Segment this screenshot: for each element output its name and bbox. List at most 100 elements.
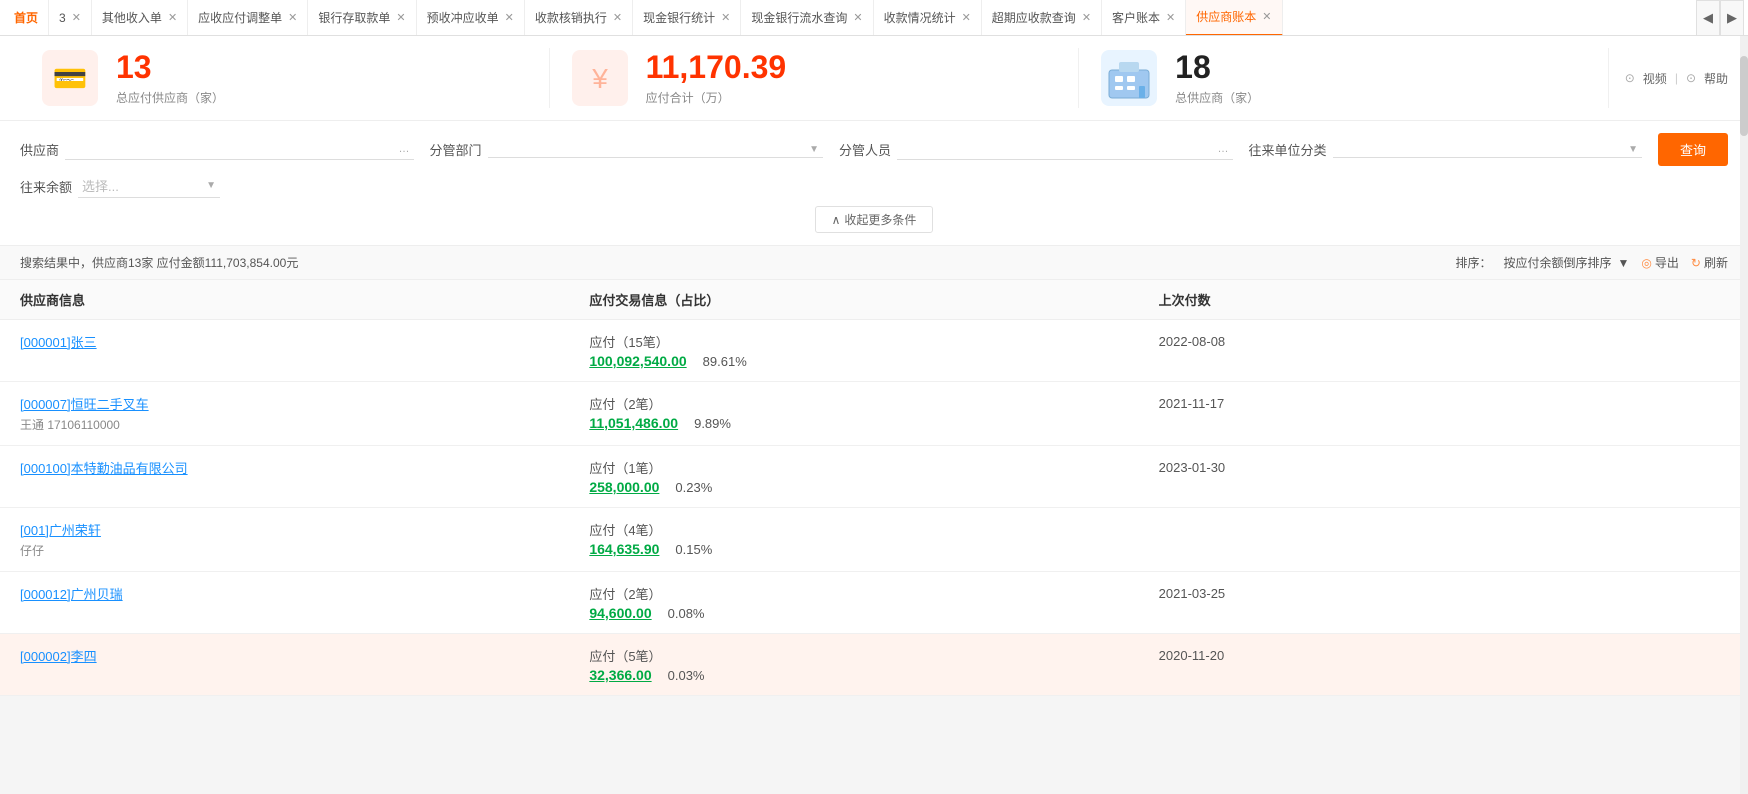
query-button[interactable]: 查询 <box>1658 133 1728 166</box>
nav-arrows: ◀ ▶ <box>1696 0 1744 36</box>
stat-label-supplier-payable: 总应付供应商（家） <box>116 89 224 106</box>
scrollbar-thumb[interactable] <box>1740 56 1748 136</box>
balance-select-text: 选择... <box>82 176 206 195</box>
supplier-link[interactable]: [000012]广州贝瑞 <box>20 587 123 602</box>
close-icon[interactable]: ✕ <box>168 11 177 24</box>
supplier-link[interactable]: [001]广州荣轩 <box>20 523 101 538</box>
nav-tab-home[interactable]: 首页 <box>4 0 49 36</box>
tab-supplier-book-label: 供应商账本 <box>1196 8 1256 25</box>
transaction-info-cell: 应付（2笔） 94,600.00 0.08% <box>589 584 1158 621</box>
refresh-button[interactable]: ↻ 刷新 <box>1691 254 1728 271</box>
close-icon[interactable]: ✕ <box>1082 11 1091 24</box>
collapse-button[interactable]: ∧ 收起更多条件 <box>815 206 934 233</box>
close-icon[interactable]: ✕ <box>505 11 514 24</box>
help-link[interactable]: 帮助 <box>1704 70 1728 87</box>
supplier-link[interactable]: [000007]恒旺二手叉车 <box>20 397 149 412</box>
supplier-input[interactable] <box>69 142 398 157</box>
unit-type-dropdown-icon[interactable]: ▼ <box>1628 144 1638 155</box>
stat-block-total-supplier: 18 总供应商（家） <box>1079 48 1609 108</box>
supplier-link[interactable]: [000002]李四 <box>20 649 97 664</box>
nav-tab-prepay[interactable]: 预收冲应收单 ✕ <box>417 0 525 36</box>
balance-filter-label: 往来余额 <box>20 177 72 196</box>
transaction-amount[interactable]: 32,366.00 <box>589 667 651 683</box>
transaction-pct: 0.23% <box>675 480 712 495</box>
tab-customer-book-label: 客户账本 <box>1112 9 1160 26</box>
svg-text:💳: 💳 <box>53 63 88 94</box>
supplier-link[interactable]: [000100]本特勤油品有限公司 <box>20 461 188 476</box>
supplier-info-cell: [000012]广州贝瑞 <box>20 584 589 603</box>
tab-bank-label: 银行存取款单 <box>318 9 390 26</box>
close-icon[interactable]: ✕ <box>721 11 730 24</box>
close-icon[interactable]: ✕ <box>1166 11 1175 24</box>
nav-tab-customer-book[interactable]: 客户账本 ✕ <box>1102 0 1186 36</box>
supplier-sub-info: 王通 17106110000 <box>20 416 589 433</box>
close-icon[interactable]: ✕ <box>72 11 81 24</box>
help-circle-icon: ⊙ <box>1686 71 1696 85</box>
total-supplier-icon <box>1099 48 1159 108</box>
dept-select[interactable]: ▼ <box>488 142 823 158</box>
supplier-link[interactable]: [000001]张三 <box>20 335 97 350</box>
close-icon[interactable]: ✕ <box>1262 10 1271 23</box>
table-row: [000100]本特勤油品有限公司 应付（1笔） 258,000.00 0.23… <box>0 446 1748 508</box>
supplier-dots-icon[interactable]: … <box>399 143 410 155</box>
close-icon[interactable]: ✕ <box>396 11 405 24</box>
filter-dept: 分管部门 ▼ <box>430 140 824 159</box>
col-header-last-payment: 上次付数 <box>1159 290 1539 309</box>
nav-tab-3[interactable]: 3 ✕ <box>49 0 92 36</box>
supplier-payable-icon: 💳 <box>40 48 100 108</box>
scrollbar-track[interactable] <box>1740 36 1748 794</box>
transaction-info-cell: 应付（15笔） 100,092,540.00 89.61% <box>589 332 1158 369</box>
balance-dropdown-icon[interactable]: ▼ <box>206 180 216 191</box>
collapse-label: 收起更多条件 <box>844 211 916 228</box>
transaction-label: 应付（15笔） <box>589 332 1158 351</box>
close-icon[interactable]: ✕ <box>962 11 971 24</box>
nav-tab-collection-stat[interactable]: 收款情况统计 ✕ <box>874 0 982 36</box>
last-payment-cell: 2023-01-30 <box>1159 458 1539 475</box>
nav-tab-bank[interactable]: 银行存取款单 ✕ <box>308 0 416 36</box>
circle-play-icon: ⊙ <box>1625 71 1635 85</box>
nav-tab-receipt[interactable]: 收款核销执行 ✕ <box>525 0 633 36</box>
person-dots-icon[interactable]: … <box>1218 143 1229 155</box>
sort-select[interactable]: 按应付余额倒序排序 ▼ <box>1504 254 1630 271</box>
person-input[interactable] <box>901 142 1217 157</box>
dept-dropdown-icon[interactable]: ▼ <box>809 144 819 155</box>
stat-content-payable-total: 11,170.39 应付合计（万） <box>646 50 787 106</box>
nav-tab-cash-flow[interactable]: 现金银行流水查询 ✕ <box>741 0 873 36</box>
nav-arrow-left[interactable]: ◀ <box>1696 0 1720 36</box>
transaction-amount[interactable]: 258,000.00 <box>589 479 659 495</box>
close-icon[interactable]: ✕ <box>853 11 862 24</box>
video-link[interactable]: 视频 <box>1643 70 1667 87</box>
balance-select[interactable]: 选择... ▼ <box>78 174 220 198</box>
nav-tab-supplier-book[interactable]: 供应商账本 ✕ <box>1186 0 1282 36</box>
person-input-wrapper[interactable]: … <box>897 140 1232 160</box>
transaction-info-cell: 应付（2笔） 11,051,486.00 9.89% <box>589 394 1158 431</box>
nav-tab-overdue[interactable]: 超期应收款查询 ✕ <box>982 0 1102 36</box>
result-actions: 排序： 按应付余额倒序排序 ▼ ◎ 导出 ↻ 刷新 <box>1456 254 1729 271</box>
unit-type-select[interactable]: ▼ <box>1333 142 1642 158</box>
nav-tab-adjustment[interactable]: 应收应付调整单 ✕ <box>188 0 308 36</box>
transaction-amount[interactable]: 11,051,486.00 <box>589 415 678 431</box>
transaction-pct: 0.08% <box>668 606 705 621</box>
tab-receipt-label: 收款核销执行 <box>535 9 607 26</box>
supplier-info-cell: [000001]张三 <box>20 332 589 351</box>
transaction-amount[interactable]: 164,635.90 <box>589 541 659 557</box>
collapse-up-icon: ∧ <box>832 213 841 227</box>
nav-tab-cash-stat[interactable]: 现金银行统计 ✕ <box>633 0 741 36</box>
transaction-label: 应付（2笔） <box>589 394 1158 413</box>
transaction-row: 32,366.00 0.03% <box>589 665 1158 683</box>
unit-type-filter-label: 往来单位分类 <box>1249 140 1327 159</box>
transaction-amount[interactable]: 100,092,540.00 <box>589 353 686 369</box>
result-info-text: 搜索结果中，供应商13家 应付金额111,703,854.00元 <box>20 254 1456 271</box>
supplier-info-cell: [000007]恒旺二手叉车 王通 17106110000 <box>20 394 589 433</box>
supplier-sub-info: 仔仔 <box>20 542 589 559</box>
nav-arrow-right[interactable]: ▶ <box>1720 0 1744 36</box>
close-icon[interactable]: ✕ <box>288 11 297 24</box>
stat-block-payable-total: ¥ 11,170.39 应付合计（万） <box>550 48 1080 108</box>
supplier-input-wrapper[interactable]: … <box>65 140 413 160</box>
nav-tab-other-income[interactable]: 其他收入单 ✕ <box>92 0 188 36</box>
transaction-amount[interactable]: 94,600.00 <box>589 605 651 621</box>
transaction-label: 应付（2笔） <box>589 584 1158 603</box>
filter-row-2: 往来余额 选择... ▼ <box>20 174 1728 198</box>
export-button[interactable]: ◎ 导出 <box>1641 254 1679 271</box>
close-icon[interactable]: ✕ <box>613 11 622 24</box>
